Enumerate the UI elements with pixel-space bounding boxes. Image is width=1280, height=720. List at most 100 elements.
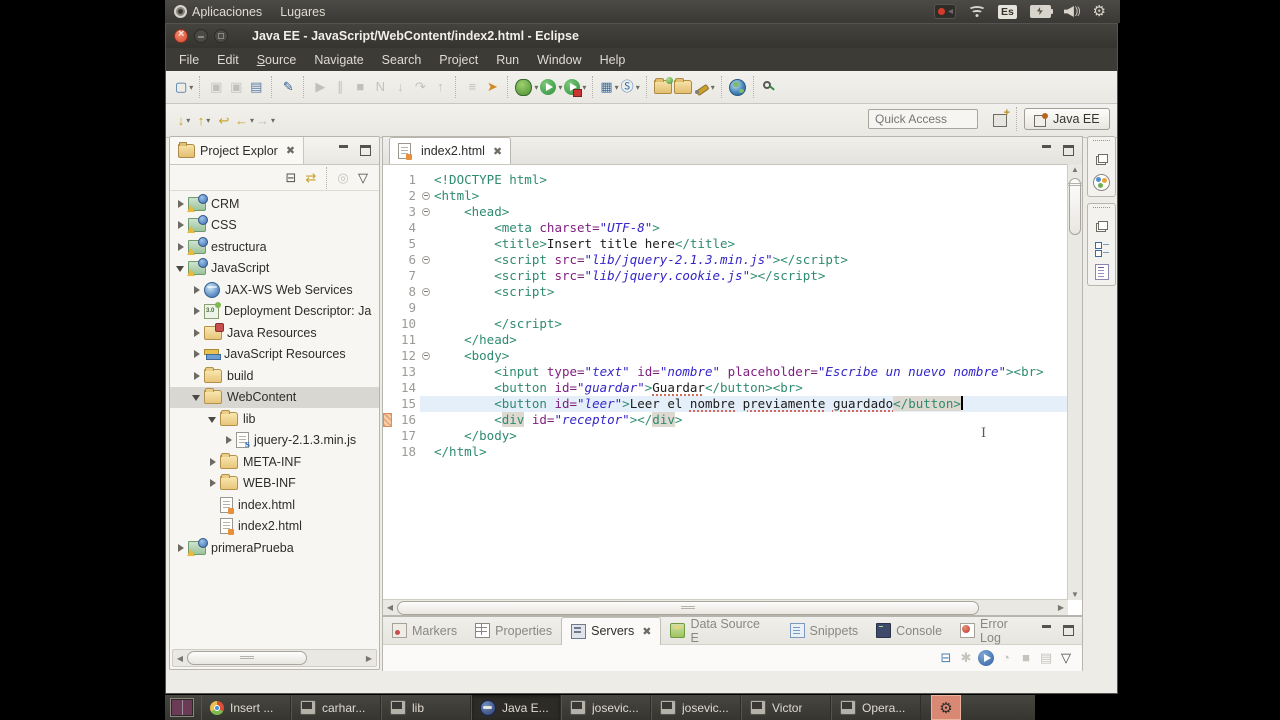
fold-collapse-icon[interactable] [420,188,434,204]
tab-error-log[interactable]: Error Log [951,617,1041,645]
code-line-12[interactable]: 12 <body> [383,348,1068,364]
new-dropdown-icon[interactable]: ▾ [189,83,193,92]
menu-navigate[interactable]: Navigate [305,50,372,70]
collapsed-arrow-icon[interactable] [224,435,234,445]
window-close-button[interactable] [174,28,188,43]
open-perspective-icon[interactable] [992,107,1010,128]
places-menu[interactable]: Lugares [271,0,334,23]
fold-collapse-icon[interactable] [420,284,434,300]
taskbar-window-carhar-[interactable]: carhar... [291,695,381,720]
editor-minimize-icon[interactable] [1041,145,1053,155]
code-editor[interactable]: 1 <!DOCTYPE html> 2 <html> 3 <head> 4 <meta c… [383,164,1068,600]
tree-item-index2-html[interactable]: index2.html [170,516,379,538]
restore-view-icon[interactable] [1095,221,1108,232]
editor-vertical-scrollbar[interactable]: ▲ ▼ [1067,164,1082,600]
tab-data-source-e[interactable]: Data Source E [661,617,780,645]
scroll-up-arrow[interactable]: ▲ [1068,165,1082,174]
scrollbar-thumb[interactable] [397,600,979,615]
skip-breakpoints-icon[interactable]: ✎ [279,77,297,97]
previous-annotation-dropdown-icon[interactable]: ▾ [206,116,210,125]
tree-item-build[interactable]: build [170,365,379,387]
external-tools-dropdown-icon[interactable]: ▾ [582,83,586,92]
panel-maximize-icon[interactable] [1063,625,1074,636]
tree-item-crm[interactable]: CRM [170,193,379,215]
tree-item-css[interactable]: CSS [170,215,379,237]
back-dropdown-icon[interactable]: ▾ [250,116,254,125]
taskbar-window-insert-[interactable]: Insert ... [201,695,291,720]
menu-project[interactable]: Project [430,50,487,70]
tab-properties[interactable]: Properties [466,617,561,644]
battery-icon[interactable] [1029,5,1053,18]
taskbar-window-josevic-[interactable]: josevic... [651,695,741,720]
taskbar-window-lib[interactable]: lib [381,695,471,720]
tab-snippets[interactable]: Snippets [781,617,868,644]
stack-grip[interactable] [1093,140,1110,145]
menu-source[interactable]: Source [248,50,306,70]
explorer-horizontal-scrollbar[interactable]: ◀ ▶ [172,649,377,667]
import-icon[interactable] [653,77,673,97]
editor-tab-index2-html[interactable]: index2.html ✖ [389,137,512,164]
scroll-down-arrow[interactable]: ▼ [1068,590,1082,599]
tab-servers[interactable]: Servers ✖ [561,616,662,645]
code-line-5[interactable]: 5 <title>Insert title here</title> [383,236,1068,252]
workspace-switcher-icon[interactable] [170,698,194,717]
collapsed-arrow-icon[interactable] [176,242,186,252]
explorer-maximize-icon[interactable] [360,145,371,156]
applications-menu[interactable]: Aplicaciones [165,0,271,23]
new-server-icon[interactable]: Ⓢ ▾ [621,77,640,97]
start-server-icon[interactable] [977,648,995,668]
restore-view-icon[interactable] [1095,154,1108,165]
tree-item-jax-ws-web-services[interactable]: JAX-WS Web Services [170,279,379,301]
export-icon[interactable] [673,77,692,97]
tree-item-javascript-resources[interactable]: JavaScript Resources [170,344,379,366]
collapsed-arrow-icon[interactable] [208,457,218,467]
window-maximize-button[interactable] [214,29,228,43]
menu-window[interactable]: Window [528,50,590,70]
menu-file[interactable]: File [170,50,208,70]
collapsed-arrow-icon[interactable] [192,306,202,316]
tab-close-icon[interactable]: ✖ [642,625,651,638]
fold-collapse-icon[interactable] [420,348,434,364]
menu-help[interactable]: Help [591,50,635,70]
new-web-wizard-icon[interactable]: ▦ ▾ [600,77,618,97]
editor-maximize-icon[interactable] [1063,145,1074,156]
scrollbar-thumb[interactable] [187,651,307,665]
screen-recorder-icon[interactable] [934,4,957,19]
new-web-wizard-dropdown-icon[interactable]: ▾ [615,83,619,92]
stack-grip[interactable] [1093,207,1110,212]
perspective-java-ee-button[interactable]: Java EE [1024,108,1110,130]
scroll-right-arrow[interactable]: ▶ [362,654,376,663]
code-line-1[interactable]: 1 <!DOCTYPE html> [383,172,1068,188]
web-browser-icon[interactable] [729,77,747,97]
code-line-9[interactable]: 9 [383,300,1068,316]
project-explorer-tab[interactable]: Project Explor ✖ [170,137,305,164]
tree-item-javascript[interactable]: JavaScript [170,258,379,280]
taskbar-window-opera-[interactable]: Opera... [831,695,921,720]
code-line-6[interactable]: 6 <script src="lib/jquery-2.1.3.min.js">… [383,252,1068,268]
explorer-minimize-icon[interactable] [338,145,350,155]
print-icon[interactable]: ▤ [247,77,265,97]
tree-item-webcontent[interactable]: WebContent [170,386,379,408]
code-line-18[interactable]: 18 </html> [383,444,1068,460]
wifi-icon[interactable] [968,5,987,18]
window-titlebar[interactable]: Java EE - JavaScript/WebContent/index2.h… [166,24,1117,48]
collapsed-arrow-icon[interactable] [192,328,202,338]
code-line-10[interactable]: 10 </script> [383,316,1068,332]
quick-access-input[interactable] [868,109,978,129]
tree-item-jquery-2-1-3-min-js[interactable]: jquery-2.1.3.min.js [170,430,379,452]
new-server-dropdown-icon[interactable]: ▾ [636,83,640,92]
expanded-arrow-icon[interactable] [176,263,186,273]
collapse-all-icon[interactable]: ⊟ [282,168,300,188]
build-brush-icon[interactable]: ▾ [694,77,715,97]
fold-collapse-icon[interactable] [420,204,434,220]
build-brush-dropdown-icon[interactable]: ▾ [711,83,715,92]
editor-horizontal-scrollbar[interactable]: ◀ ▶ [383,599,1068,615]
settings-gear-icon[interactable]: ⚙ [1093,4,1106,19]
tab-markers[interactable]: Markers [383,617,466,644]
tree-item-web-inf[interactable]: WEB-INF [170,473,379,495]
tab-console[interactable]: Console [867,617,951,644]
taskbar-window-java-e-[interactable]: Java E... [471,695,561,720]
search-icon[interactable] [761,77,779,97]
debug-dropdown-icon[interactable]: ▾ [534,83,538,92]
code-line-7[interactable]: 7 <script src="lib/jquery.cookie.js"></s… [383,268,1068,284]
